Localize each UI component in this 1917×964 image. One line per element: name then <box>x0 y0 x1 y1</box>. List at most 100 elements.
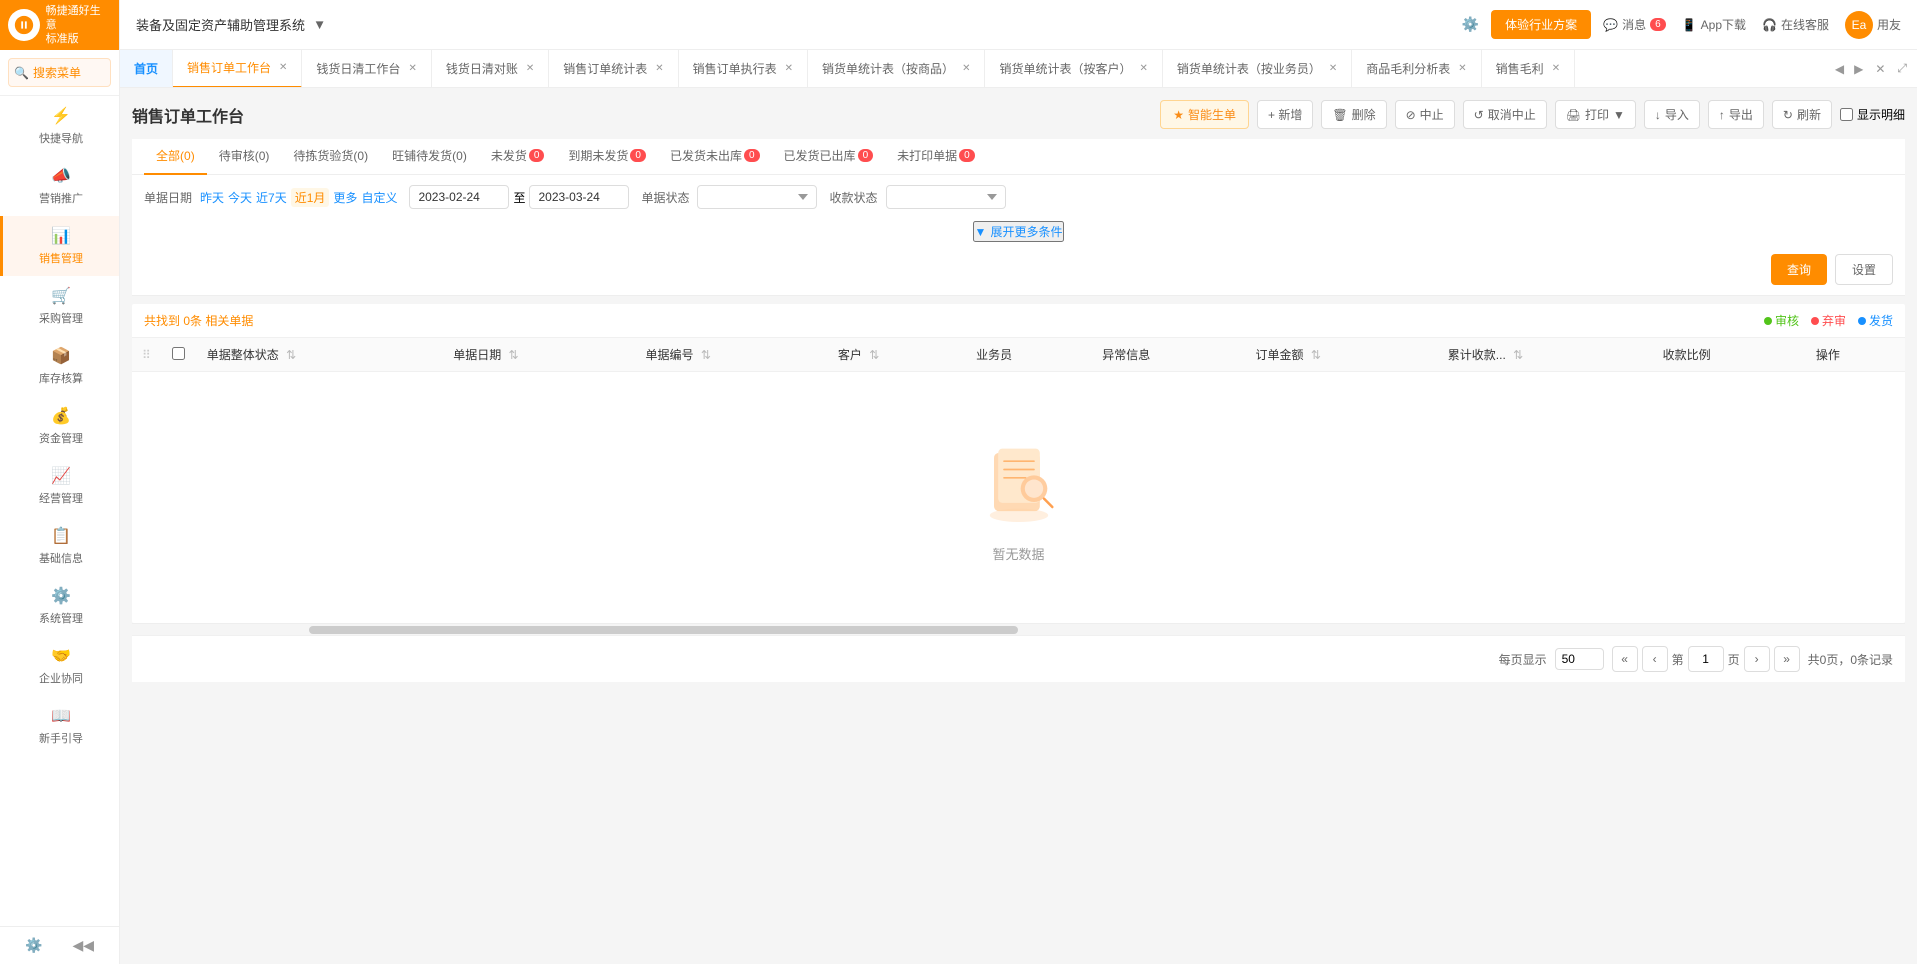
tab-sales-stats-product[interactable]: 销货单统计表（按商品） ✕ <box>808 50 985 88</box>
sort-status-icon[interactable]: ⇅ <box>286 348 296 362</box>
sort-amount-icon[interactable]: ⇅ <box>1311 348 1321 362</box>
tab-cash-goods-reconcile[interactable]: 钱货日清对账 ✕ <box>432 50 549 88</box>
tab-scroll-right[interactable]: ▶ <box>1850 60 1867 78</box>
refresh-button[interactable]: ↻ 刷新 <box>1772 100 1832 129</box>
tab-sales-order-stats[interactable]: 销售订单统计表 ✕ <box>549 50 678 88</box>
date-to-input[interactable] <box>529 185 629 209</box>
smart-btn[interactable]: ★ 智能生单 <box>1160 100 1249 129</box>
sort-number-icon[interactable]: ⇅ <box>701 348 711 362</box>
filter-tab-shipped-out[interactable]: 已发货已出库 0 <box>772 139 886 175</box>
sidebar-item-system[interactable]: ⚙️ 系统管理 <box>0 576 119 636</box>
tab-close-sales-stats-customer[interactable]: ✕ <box>1139 63 1147 74</box>
import-button[interactable]: ↓ 导入 <box>1644 100 1700 129</box>
tab-close-sales-order-stats[interactable]: ✕ <box>655 63 663 74</box>
show-detail-checkbox[interactable] <box>1840 108 1853 121</box>
tab-sales-profit[interactable]: 销售毛利 ✕ <box>1482 50 1575 88</box>
date-1month[interactable]: 近1月 <box>291 188 330 207</box>
sidebar-item-guide[interactable]: 📖 新手引导 <box>0 696 119 756</box>
tab-close-sales-stats-staff[interactable]: ✕ <box>1329 63 1337 74</box>
tab-sales-order-workbench[interactable]: 销售订单工作台 ✕ <box>173 50 302 88</box>
filter-tab-not-printed[interactable]: 未打印单据 0 <box>885 139 987 175</box>
online-service-button[interactable]: 🎧 在线客服 <box>1762 16 1829 33</box>
export-button[interactable]: ↑ 导出 <box>1708 100 1764 129</box>
payment-select[interactable] <box>886 185 1006 209</box>
scrollbar-thumb[interactable] <box>309 626 1018 634</box>
page-size-select[interactable]: 50 20 100 <box>1555 648 1604 670</box>
col-drag: ⠿ <box>132 338 161 372</box>
tab-sales-order-exec[interactable]: 销售订单执行表 ✕ <box>679 50 808 88</box>
set-button[interactable]: 设置 <box>1835 254 1893 285</box>
settings-icon[interactable]: ⚙️ <box>25 937 42 954</box>
tab-sales-stats-staff[interactable]: 销货单统计表（按业务员） ✕ <box>1163 50 1352 88</box>
page-first-button[interactable]: « <box>1612 646 1638 672</box>
sidebar-item-inventory[interactable]: 📦 库存核算 <box>0 336 119 396</box>
date-yesterday[interactable]: 昨天 <box>200 189 224 206</box>
cancel-stop-button[interactable]: ↺ 取消中止 <box>1463 100 1547 129</box>
sidebar-item-marketing[interactable]: 📣 营销推广 <box>0 156 119 216</box>
tab-close-all[interactable]: ✕ <box>1869 60 1891 78</box>
page-next-button[interactable]: › <box>1744 646 1770 672</box>
filter-tab-not-shipped[interactable]: 未发货 0 <box>479 139 557 175</box>
sidebar-item-quick-nav[interactable]: ⚡ 快捷导航 <box>0 96 119 156</box>
sidebar-item-basic[interactable]: 📋 基础信息 <box>0 516 119 576</box>
filter-tab-shipped-not-out[interactable]: 已发货未出库 0 <box>658 139 772 175</box>
col-checkbox[interactable] <box>161 338 197 372</box>
filter-tab-pending-inspection[interactable]: 待拣货验货(0) <box>281 139 380 175</box>
tab-close-sales-order-exec[interactable]: ✕ <box>785 63 793 74</box>
tab-scroll-left[interactable]: ◀ <box>1831 60 1848 78</box>
ship-button[interactable]: 发货 <box>1858 312 1893 329</box>
sidebar-item-finance[interactable]: 💰 资金管理 <box>0 396 119 456</box>
reject-button[interactable]: 弃审 <box>1811 312 1846 329</box>
user-button[interactable]: Ea 用友 <box>1845 11 1901 39</box>
date-7days[interactable]: 近7天 <box>256 189 287 206</box>
query-button[interactable]: 查询 <box>1771 254 1827 285</box>
tab-close-goods-margin-analysis[interactable]: ✕ <box>1458 63 1466 74</box>
sidebar-item-corp[interactable]: 🤝 企业协同 <box>0 636 119 696</box>
message-button[interactable]: 💬 消息 6 <box>1603 16 1666 33</box>
tab-close-cash-goods-reconcile[interactable]: ✕ <box>526 63 534 74</box>
sidebar-search-area[interactable]: 🔍 搜索菜单 <box>0 50 119 96</box>
tab-close-sales-stats-product[interactable]: ✕ <box>962 63 970 74</box>
filter-tab-all[interactable]: 全部(0) <box>144 139 207 175</box>
page-prev-button[interactable]: ‹ <box>1642 646 1668 672</box>
date-today[interactable]: 今天 <box>228 189 252 206</box>
delete-button[interactable]: 🗑 删除 <box>1321 100 1386 129</box>
topbar-settings-icon[interactable]: ⚙️ <box>1462 16 1479 33</box>
filter-tab-wangpu-pending-ship[interactable]: 旺铺待发货(0) <box>380 139 479 175</box>
stop-button[interactable]: ⊘ 中止 <box>1395 100 1455 129</box>
tab-close-sales-order-workbench[interactable]: ✕ <box>279 62 287 73</box>
collapse-icon[interactable]: ◀◀ <box>72 937 94 954</box>
tab-close-sales-profit[interactable]: ✕ <box>1552 63 1560 74</box>
tab-expand[interactable]: ⤢ <box>1893 59 1911 78</box>
tab-close-cash-daily-clear[interactable]: ✕ <box>408 63 416 74</box>
show-detail-checkbox-label[interactable]: 显示明细 <box>1840 106 1905 123</box>
sidebar-item-operation[interactable]: 📈 经营管理 <box>0 456 119 516</box>
date-more[interactable]: 更多 <box>333 189 357 206</box>
tab-home[interactable]: 首页 <box>120 50 173 88</box>
sort-date-icon[interactable]: ⇅ <box>509 348 519 362</box>
system-dropdown-button[interactable]: ▼ <box>313 17 326 32</box>
app-download-button[interactable]: 📱 App下载 <box>1682 16 1746 33</box>
print-button[interactable]: 🖨 打印 ▼ <box>1555 100 1636 129</box>
tab-goods-margin-analysis[interactable]: 商品毛利分析表 ✕ <box>1352 50 1481 88</box>
sidebar-item-sales[interactable]: 📊 销售管理 <box>0 216 119 276</box>
tab-sales-stats-customer[interactable]: 销货单统计表（按客户） ✕ <box>985 50 1162 88</box>
sidebar-search-button[interactable]: 🔍 搜索菜单 <box>8 58 111 87</box>
filter-tab-overdue-not-shipped[interactable]: 到期未发货 0 <box>556 139 658 175</box>
sort-collected-icon[interactable]: ⇅ <box>1513 348 1523 362</box>
new-button[interactable]: + 新增 <box>1257 100 1313 129</box>
select-all-checkbox[interactable] <box>172 347 185 360</box>
tab-cash-daily-clear[interactable]: 钱货日清工作台 ✕ <box>302 50 431 88</box>
expand-conditions-button[interactable]: ▼ 展开更多条件 <box>973 221 1065 242</box>
date-from-input[interactable] <box>409 185 509 209</box>
page-last-button[interactable]: » <box>1774 646 1800 672</box>
status-select[interactable] <box>697 185 817 209</box>
industry-btn[interactable]: 体验行业方案 <box>1491 10 1591 39</box>
page-input[interactable] <box>1688 646 1724 672</box>
sort-customer-icon[interactable]: ⇅ <box>869 348 879 362</box>
horizontal-scrollbar[interactable] <box>132 623 1905 635</box>
filter-tab-pending-review[interactable]: 待审核(0) <box>207 139 282 175</box>
date-custom[interactable]: 自定义 <box>361 189 397 206</box>
sidebar-item-purchase[interactable]: 🛒 采购管理 <box>0 276 119 336</box>
audit-button[interactable]: 审核 <box>1764 312 1799 329</box>
